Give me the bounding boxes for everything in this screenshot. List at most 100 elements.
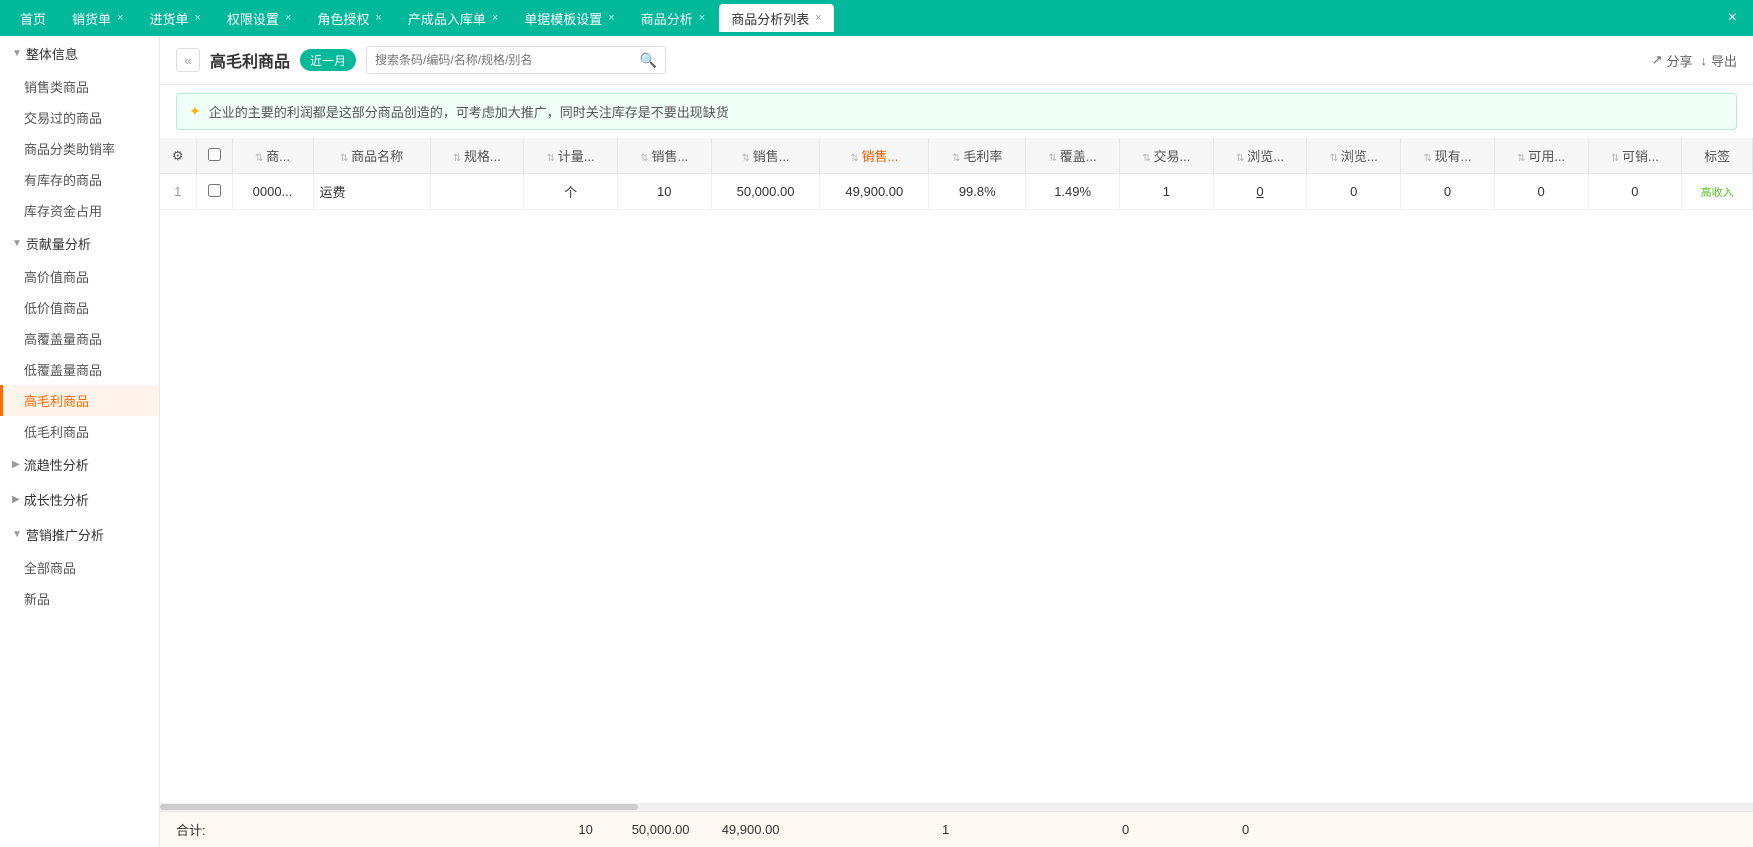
col-stock-sellable[interactable]: 可销... [1588,138,1682,174]
col-name[interactable]: 商品名称 [313,138,430,174]
col-gross-margin[interactable]: 毛利率 [929,138,1026,174]
tab-product-in[interactable]: 产成品入库单 × [396,4,510,32]
tab-sales[interactable]: 销货单 × [60,4,135,32]
row-code: 0000... [232,174,313,210]
col-stock-available[interactable]: 可用... [1494,138,1588,174]
sidebar-group-growth[interactable]: ▶ 成长性分析 [0,482,159,517]
scrollbar-thumb[interactable] [160,804,638,810]
sidebar-item-low-value[interactable]: 低价值商品 [0,292,159,323]
tab-template-close[interactable]: × [608,12,614,24]
content-header: « 高毛利商品 近一月 🔍 ↗ 分享 ↓ 导出 [160,36,1753,85]
col-settings[interactable]: ⚙ [160,138,196,174]
tab-bar: 首页 销货单 × 进货单 × 权限设置 × 角色授权 × 产成品入库单 × 单据… [0,0,1753,36]
col-sales-qty[interactable]: 销售... [617,138,711,174]
row-gross-margin: 99.8% [929,174,1026,210]
footer-stock-current: 0 [1096,822,1156,837]
tab-auth-close[interactable]: × [285,12,291,24]
sidebar-group-marketing-label: 营销推广分析 [26,525,104,544]
footer-summary: 合计: 10 50,000.00 49,900.00 1 0 0 [160,811,1753,847]
content-area: « 高毛利商品 近一月 🔍 ↗ 分享 ↓ 导出 ✦ 企业的主要 [160,36,1753,847]
sidebar-group-overall-label: 整体信息 [26,44,78,63]
col-transactions[interactable]: 交易... [1119,138,1213,174]
page-title: 高毛利商品 [210,48,290,72]
scrollbar-track[interactable] [160,803,1753,811]
sidebar-item-high-margin[interactable]: 高毛利商品 [0,385,159,416]
tab-home[interactable]: 首页 [8,4,58,32]
sidebar-item-high-value[interactable]: 高价值商品 [0,261,159,292]
sidebar-group-contribution[interactable]: ▼ 贡献量分析 [0,226,159,261]
col-stock-current[interactable]: 现有... [1401,138,1495,174]
row-browse1[interactable]: 0 [1213,174,1307,210]
tab-template[interactable]: 单据模板设置 × [512,4,626,32]
sidebar-item-category-rate[interactable]: 商品分类助销率 [0,133,159,164]
table-row: 1 0000... 运费 个 10 50,000.00 49,900.00 99… [160,174,1753,210]
row-transactions: 1 [1119,174,1213,210]
row-coverage: 1.49% [1026,174,1120,210]
sidebar-item-high-coverage[interactable]: 高覆盖量商品 [0,323,159,354]
filter-period-button[interactable]: 近一月 [300,49,356,71]
export-icon: ↓ [1700,53,1707,68]
tab-sales-close[interactable]: × [117,12,123,24]
tab-purchase[interactable]: 进货单 × [137,4,212,32]
footer-transactions: 1 [916,822,976,837]
data-table: ⚙ 商... 商品名称 规格... 计量... 销售... 销售... 销售..… [160,138,1753,210]
sidebar-group-trend-label: 流趋性分析 [24,455,89,474]
trend-arrow-icon: ▶ [12,459,20,470]
table-container[interactable]: ⚙ 商... 商品名称 规格... 计量... 销售... 销售... 销售..… [160,138,1753,847]
growth-arrow-icon: ▶ [12,494,20,505]
col-browse1[interactable]: 浏览... [1213,138,1307,174]
sidebar-item-low-margin[interactable]: 低毛利商品 [0,416,159,447]
row-name[interactable]: 运费 [313,174,430,210]
row-sales-qty: 10 [617,174,711,210]
tab-product-in-close[interactable]: × [492,12,498,24]
tab-analysis-list[interactable]: 商品分析列表 × [719,4,833,32]
col-code[interactable]: 商... [232,138,313,174]
tab-role[interactable]: 角色授权 × [305,4,393,32]
col-unit[interactable]: 计量... [524,138,618,174]
sidebar-item-traded-goods[interactable]: 交易过的商品 [0,102,159,133]
sidebar-group-trend[interactable]: ▶ 流趋性分析 [0,447,159,482]
sidebar-item-sales-goods[interactable]: 销售类商品 [0,71,159,102]
col-sales-amount[interactable]: 销售... [711,138,820,174]
search-icon[interactable]: 🔍 [640,52,657,69]
row-sales-amount: 50,000.00 [711,174,820,210]
share-icon: ↗ [1652,52,1663,68]
footer-label: 合计: [176,820,214,839]
share-button[interactable]: ↗ 分享 [1652,51,1693,70]
tab-analysis-close[interactable]: × [699,12,705,24]
sidebar-item-in-stock[interactable]: 有库存的商品 [0,164,159,195]
row-num: 1 [160,174,196,210]
col-coverage[interactable]: 覆盖... [1026,138,1120,174]
tab-role-close[interactable]: × [375,12,381,24]
sidebar-collapse-button[interactable]: « [176,48,200,72]
sidebar-group-overall[interactable]: ▼ 整体信息 [0,36,159,71]
col-browse2[interactable]: 浏览... [1307,138,1401,174]
sidebar-item-stock-capital[interactable]: 库存资金占用 [0,195,159,226]
row-checkbox[interactable] [208,184,221,197]
col-sales-profit[interactable]: 销售... [820,138,929,174]
sidebar-item-new-goods[interactable]: 新品 [0,583,159,614]
overall-arrow-icon: ▼ [12,48,22,59]
tab-analysis[interactable]: 商品分析 × [629,4,717,32]
col-spec[interactable]: 规格... [430,138,524,174]
row-unit: 个 [524,174,618,210]
window-close-button[interactable]: × [1720,9,1745,27]
info-banner: ✦ 企业的主要的利润都是这部分商品创造的，可考虑加大推广，同时关注库存是不要出现… [176,93,1737,130]
tab-purchase-close[interactable]: × [194,12,200,24]
footer-sales-profit: 49,900.00 [706,822,796,837]
select-all-checkbox[interactable] [208,148,221,161]
sidebar-group-marketing[interactable]: ▼ 营销推广分析 [0,517,159,552]
tab-auth[interactable]: 权限设置 × [215,4,303,32]
sidebar-item-all-goods[interactable]: 全部商品 [0,552,159,583]
footer-sales-qty: 10 [556,822,616,837]
row-checkbox-cell[interactable] [196,174,232,210]
col-checkbox[interactable] [196,138,232,174]
main-layout: ▼ 整体信息 销售类商品 交易过的商品 商品分类助销率 有库存的商品 库存资金占… [0,36,1753,847]
search-input[interactable] [375,53,640,67]
sidebar-item-low-coverage[interactable]: 低覆盖量商品 [0,354,159,385]
row-stock-available: 0 [1494,174,1588,210]
tab-analysis-list-close[interactable]: × [815,12,821,24]
tab-analysis-list-label: 商品分析列表 [731,9,809,28]
sidebar-group-contribution-label: 贡献量分析 [26,234,91,253]
export-button[interactable]: ↓ 导出 [1700,51,1737,70]
